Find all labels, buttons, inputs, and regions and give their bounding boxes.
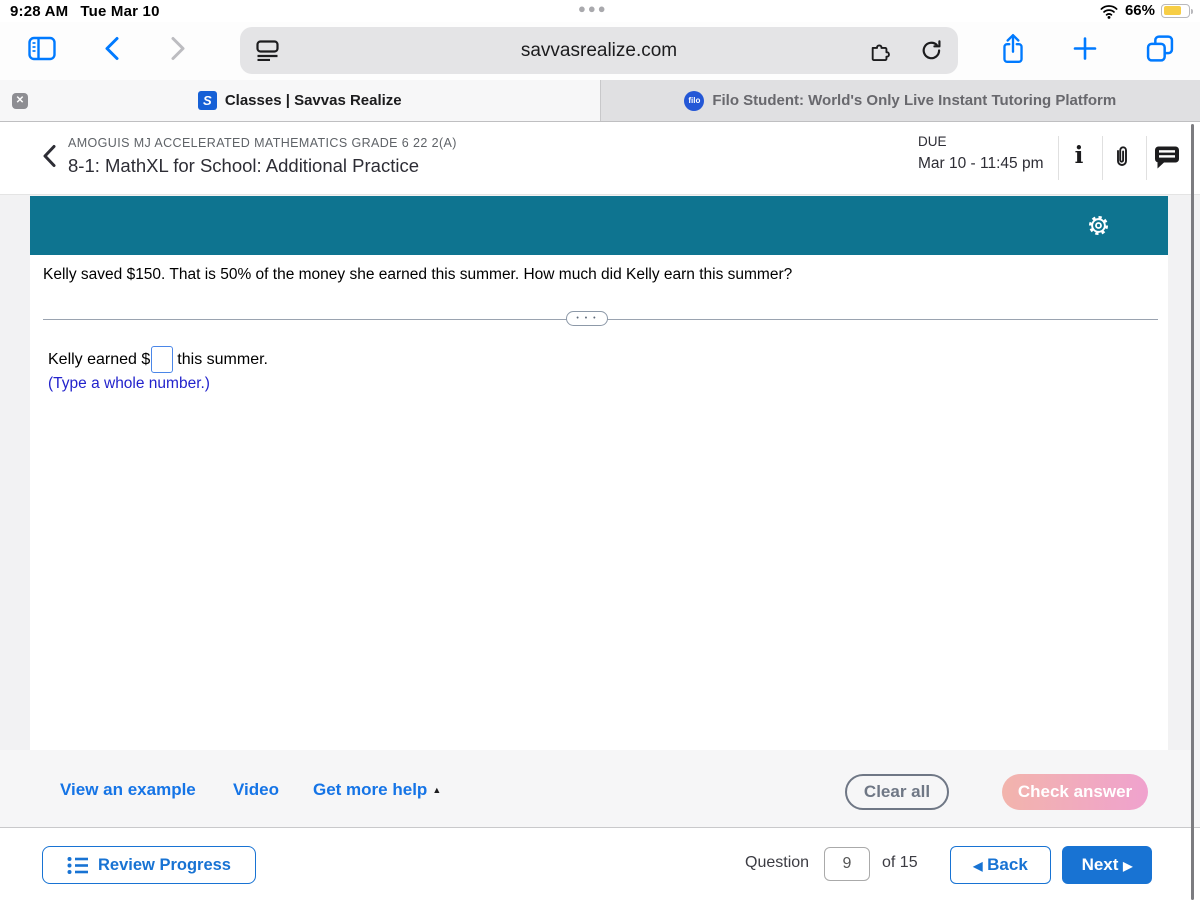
reader-view-icon[interactable]	[256, 40, 279, 66]
multitask-dots-icon: ●●●	[578, 1, 608, 16]
question-label: Question	[745, 854, 810, 871]
attachment-paperclip-icon[interactable]	[1105, 143, 1139, 176]
assignment-back-icon[interactable]	[42, 144, 57, 173]
question-card: Kelly saved $150. That is 50% of the mon…	[30, 196, 1168, 750]
status-bar: 9:28 AM Tue Mar 10 ●●● 66%	[0, 0, 1200, 22]
browser-toolbar: savvasrealize.com	[0, 22, 1200, 80]
answer-row: Kelly earned $ this summer.	[48, 346, 268, 373]
check-answer-button[interactable]: Check answer	[1002, 774, 1148, 810]
answer-hint: (Type a whole number.)	[48, 375, 210, 392]
question-banner	[30, 196, 1168, 255]
assignment-title: 8-1: MathXL for School: Additional Pract…	[68, 155, 420, 176]
savvas-favicon: S	[197, 91, 217, 110]
back-icon[interactable]	[102, 36, 122, 67]
course-name: AMOGUIS MJ ACCELERATED MATHEMATICS GRADE…	[68, 136, 457, 150]
question-number-input[interactable]	[824, 847, 870, 881]
url-text: savvasrealize.com	[520, 39, 678, 61]
answer-input[interactable]	[151, 346, 174, 373]
gear-icon[interactable]	[1085, 212, 1112, 239]
next-button[interactable]: Next ▶	[1062, 846, 1152, 884]
get-more-help-link[interactable]: Get more help ▲	[313, 780, 441, 800]
tabs-overview-icon[interactable]	[1146, 35, 1174, 68]
comment-icon[interactable]	[1150, 145, 1184, 175]
due-date: DUE Mar 10 - 11:45 pm	[918, 134, 1044, 173]
page-scrollbar[interactable]	[1190, 124, 1194, 900]
tab-bar: ✕ S Classes | Savvas Realize filo Filo S…	[0, 80, 1200, 122]
clock: 9:28 AM	[10, 3, 69, 20]
divider	[1102, 136, 1103, 180]
question-prompt: Kelly saved $150. That is 50% of the mon…	[43, 266, 793, 283]
back-triangle-icon: ◀	[973, 859, 983, 873]
tab-title: Filo Student: World's Only Live Instant …	[712, 92, 1117, 109]
of-total-label: of 15	[882, 854, 918, 871]
view-example-link[interactable]: View an example	[60, 780, 196, 800]
next-triangle-icon: ▶	[1123, 859, 1133, 873]
answer-suffix: this summer.	[177, 350, 268, 368]
battery-percent: 66%	[1124, 2, 1155, 19]
answer-prefix: Kelly earned $	[48, 350, 151, 368]
tab-savvas-realize[interactable]: ✕ S Classes | Savvas Realize	[0, 80, 600, 121]
wifi-icon	[1100, 4, 1118, 19]
divider-ellipsis-icon[interactable]: • • •	[566, 311, 608, 326]
assignment-header: AMOGUIS MJ ACCELERATED MATHEMATICS GRADE…	[0, 122, 1200, 195]
list-icon	[67, 856, 88, 874]
filo-favicon: filo	[684, 90, 705, 111]
divider	[1146, 136, 1147, 180]
reload-icon[interactable]	[919, 38, 944, 68]
due-label: DUE	[918, 134, 947, 149]
share-icon[interactable]	[1000, 33, 1026, 70]
back-button[interactable]: ◀ Back	[950, 846, 1051, 884]
forward-icon[interactable]	[168, 36, 188, 67]
address-bar[interactable]: savvasrealize.com	[240, 27, 958, 74]
sidebar-toggle-icon[interactable]	[28, 36, 56, 66]
content-region: Kelly saved $150. That is 50% of the mon…	[0, 195, 1200, 750]
tab-filo-student[interactable]: filo Filo Student: World's Only Live Ins…	[599, 80, 1200, 121]
battery-icon	[1161, 3, 1193, 18]
review-progress-button[interactable]: Review Progress	[42, 846, 256, 884]
page-footer: Review Progress Question of 15 ◀ Back Ne…	[0, 829, 1200, 900]
caret-up-icon: ▲	[432, 785, 442, 795]
date: Tue Mar 10	[80, 3, 160, 20]
due-value: Mar 10 - 11:45 pm	[918, 155, 1044, 172]
close-tab-icon[interactable]: ✕	[12, 92, 28, 109]
tab-title: Classes | Savvas Realize	[224, 92, 402, 109]
extensions-puzzle-icon[interactable]	[868, 38, 893, 68]
info-icon[interactable]: i	[1062, 142, 1096, 169]
clear-all-button[interactable]: Clear all	[845, 774, 949, 810]
divider	[1058, 136, 1059, 180]
new-tab-plus-icon[interactable]	[1072, 36, 1098, 67]
practice-toolbar: View an example Video Get more help ▲ Cle…	[0, 750, 1200, 828]
video-link[interactable]: Video	[233, 780, 279, 800]
review-progress-label: Review Progress	[98, 855, 231, 874]
